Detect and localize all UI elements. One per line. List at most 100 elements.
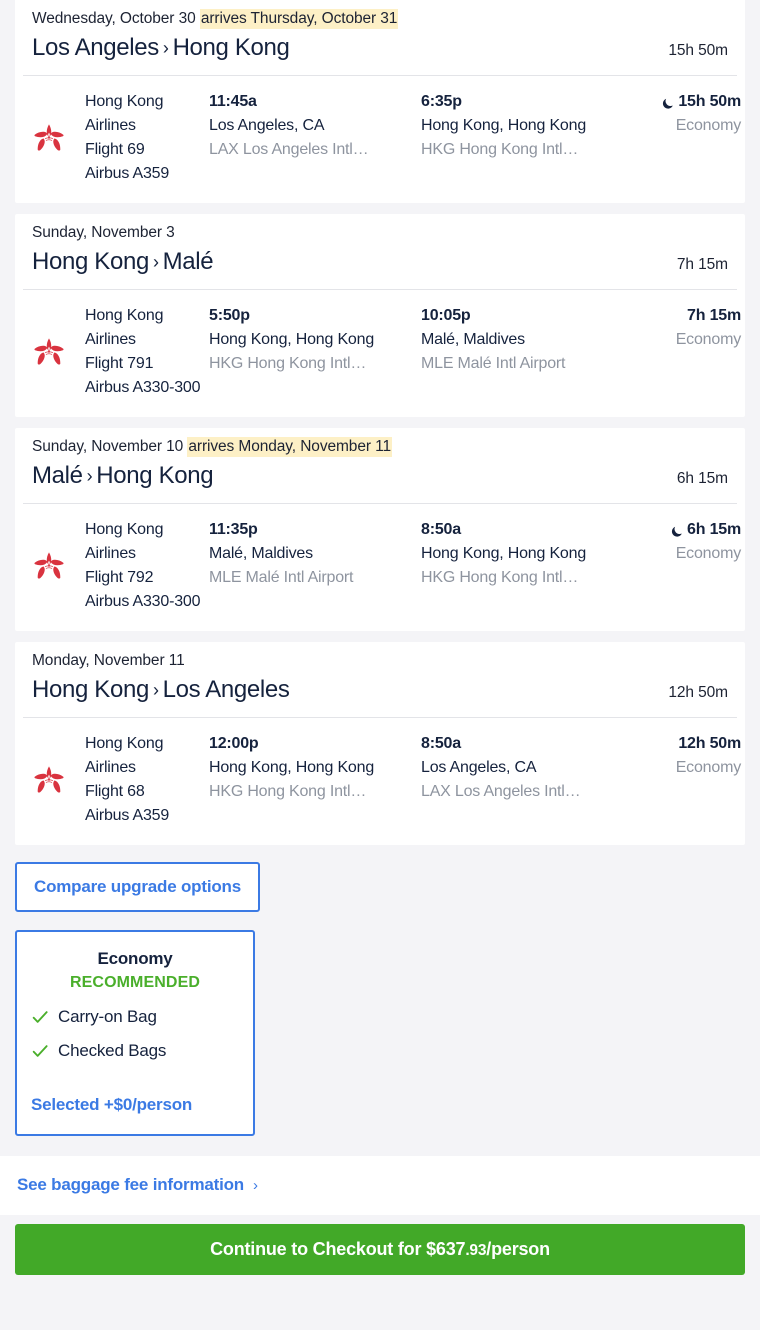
fare-feature-label: Carry-on Bag bbox=[58, 1007, 157, 1026]
fare-selected-price: Selected +$0/person bbox=[31, 1095, 193, 1114]
duration-column: 15h 50m Economy bbox=[633, 90, 741, 138]
checkout-bar: Continue to Checkout for $637.93/person bbox=[0, 1215, 760, 1287]
arrival-city: Los Angeles, CA bbox=[421, 759, 537, 776]
aircraft-type: Airbus A359 bbox=[85, 807, 170, 824]
airline-logo bbox=[32, 337, 85, 367]
duration-column: 7h 15m Economy bbox=[633, 304, 741, 352]
route-separator-chevron: › bbox=[86, 466, 93, 486]
arrival-airport: LAX Los Angeles Intl… bbox=[421, 783, 581, 800]
arrival-city: Hong Kong, Hong Kong bbox=[421, 117, 587, 134]
route-line: Los Angeles › Hong Kong 15h 50m bbox=[32, 32, 728, 65]
leg-duration: 15h 50m bbox=[678, 93, 741, 110]
arrival-column: 8:50a Los Angeles, CA LAX Los Angeles In… bbox=[421, 732, 633, 804]
fare-feature-row: Carry-on Bag bbox=[31, 1005, 239, 1028]
airline-name: Hong Kong Airlines bbox=[85, 735, 164, 776]
arrival-column: 6:35p Hong Kong, Hong Kong HKG Hong Kong… bbox=[421, 90, 633, 162]
arrival-city: Hong Kong, Hong Kong bbox=[421, 545, 587, 562]
airline-info-column: Hong Kong Airlines Flight 69 Airbus A359 bbox=[85, 90, 209, 186]
arrival-airport: HKG Hong Kong Intl… bbox=[421, 569, 579, 586]
cabin-class: Economy bbox=[675, 331, 741, 348]
departure-city: Hong Kong, Hong Kong bbox=[209, 331, 375, 348]
route-summary: Malé › Hong Kong bbox=[32, 460, 214, 493]
fare-name: Economy bbox=[97, 949, 173, 968]
fare-feature-row: Checked Bags bbox=[31, 1039, 239, 1062]
arrival-city: Malé, Maldives bbox=[421, 331, 525, 348]
departure-city: Los Angeles, CA bbox=[209, 117, 325, 134]
legs-container: Hong Kong Airlines Flight 68 Airbus A359… bbox=[15, 718, 745, 845]
airline-name: Hong Kong Airlines bbox=[85, 93, 164, 134]
hong-kong-airlines-bauhinia-logo bbox=[34, 124, 64, 151]
airline-name: Hong Kong Airlines bbox=[85, 307, 164, 348]
departure-time: 5:50p bbox=[209, 307, 250, 324]
check-icon bbox=[31, 1008, 49, 1026]
arrives-note: arrives Thursday, October 31 bbox=[199, 9, 399, 29]
airline-logo bbox=[32, 123, 85, 153]
route-total-duration: 15h 50m bbox=[668, 42, 728, 59]
duration-line: 7h 15m bbox=[633, 304, 741, 328]
itinerary-card-header: Sunday, November 10 arrives Monday, Nove… bbox=[15, 428, 745, 503]
legs-container: Hong Kong Airlines Flight 69 Airbus A359… bbox=[15, 76, 745, 203]
cabin-class: Economy bbox=[675, 759, 741, 776]
cabin-class: Economy bbox=[675, 545, 741, 562]
flight-number: Flight 68 bbox=[85, 783, 145, 800]
baggage-fee-link[interactable]: See baggage fee information › bbox=[17, 1175, 258, 1195]
departure-city: Malé, Maldives bbox=[209, 545, 313, 562]
leg-duration: 12h 50m bbox=[678, 735, 741, 752]
itinerary-card: Monday, November 11 Hong Kong › Los Angele… bbox=[15, 642, 745, 845]
arrival-airport: MLE Malé Intl Airport bbox=[421, 355, 566, 372]
departure-airport: HKG Hong Kong Intl… bbox=[209, 355, 367, 372]
date-line: Monday, November 11 bbox=[32, 650, 728, 671]
departure-column: 11:45a Los Angeles, CA LAX Los Angeles I… bbox=[209, 90, 421, 162]
arrival-time: 8:50a bbox=[421, 521, 461, 538]
flight-number: Flight 69 bbox=[85, 141, 145, 158]
fare-feature-label: Checked Bags bbox=[58, 1041, 167, 1060]
departure-column: 12:00p Hong Kong, Hong Kong HKG Hong Kon… bbox=[209, 732, 421, 804]
route-summary: Los Angeles › Hong Kong bbox=[32, 32, 290, 65]
baggage-fee-link-label: See baggage fee information bbox=[17, 1175, 244, 1194]
baggage-info-bar: See baggage fee information › bbox=[0, 1156, 760, 1215]
route-line: Hong Kong › Malé 7h 15m bbox=[32, 246, 728, 279]
arrival-column: 8:50a Hong Kong, Hong Kong HKG Hong Kong… bbox=[421, 518, 633, 590]
flight-number: Flight 792 bbox=[85, 569, 154, 586]
route-origin: Hong Kong bbox=[32, 248, 149, 275]
departure-city: Hong Kong, Hong Kong bbox=[209, 759, 375, 776]
route-origin: Malé bbox=[32, 462, 83, 489]
duration-line: 6h 15m bbox=[633, 518, 741, 542]
departure-airport: LAX Los Angeles Intl… bbox=[209, 141, 369, 158]
departure-date: Sunday, November 10 bbox=[32, 438, 188, 455]
crescent-moon-icon bbox=[662, 97, 675, 110]
chevron-right-icon: › bbox=[252, 1176, 258, 1194]
date-line: Sunday, November 3 bbox=[32, 222, 728, 243]
departure-time: 11:35p bbox=[209, 521, 258, 538]
airline-info-column: Hong Kong Airlines Flight 791 Airbus A33… bbox=[85, 304, 209, 400]
route-total-duration: 7h 15m bbox=[676, 256, 728, 273]
arrival-airport: HKG Hong Kong Intl… bbox=[421, 141, 579, 158]
fare-option-card-economy[interactable]: Economy RECOMMENDED Carry-on Bag Checked Ba… bbox=[15, 930, 255, 1136]
flight-leg-row: Hong Kong Airlines Flight 69 Airbus A359… bbox=[15, 76, 745, 203]
route-summary: Hong Kong › Los Angeles bbox=[32, 674, 290, 707]
duration-column: 6h 15m Economy bbox=[633, 518, 741, 566]
route-separator-chevron: › bbox=[162, 38, 169, 58]
departure-airport: MLE Malé Intl Airport bbox=[209, 569, 354, 586]
cabin-class: Economy bbox=[675, 117, 741, 134]
leg-duration: 6h 15m bbox=[687, 521, 741, 538]
departure-date: Monday, November 11 bbox=[32, 652, 185, 669]
departure-time: 11:45a bbox=[209, 93, 257, 110]
route-origin: Hong Kong bbox=[32, 676, 149, 703]
compare-upgrade-options-button[interactable]: Compare upgrade options bbox=[15, 862, 260, 912]
legs-container: Hong Kong Airlines Flight 791 Airbus A33… bbox=[15, 290, 745, 417]
duration-column: 12h 50m Economy bbox=[633, 732, 741, 780]
itinerary-card: Sunday, November 10 arrives Monday, Nove… bbox=[15, 428, 745, 631]
continue-to-checkout-button[interactable]: Continue to Checkout for $637.93/person bbox=[15, 1224, 745, 1275]
itinerary-card-header: Wednesday, October 30 arrives Thursday, … bbox=[15, 0, 745, 75]
hong-kong-airlines-bauhinia-logo bbox=[34, 552, 64, 579]
flight-number: Flight 791 bbox=[85, 355, 154, 372]
aircraft-type: Airbus A359 bbox=[85, 165, 170, 182]
departure-time: 12:00p bbox=[209, 735, 259, 752]
check-icon bbox=[31, 1042, 49, 1060]
arrival-time: 10:05p bbox=[421, 307, 471, 324]
route-line: Hong Kong › Los Angeles 12h 50m bbox=[32, 674, 728, 707]
duration-line: 12h 50m bbox=[633, 732, 741, 756]
itinerary-card: Wednesday, October 30 arrives Thursday, … bbox=[15, 0, 745, 203]
checkout-label-prefix: Continue to Checkout for $637 bbox=[210, 1239, 466, 1259]
